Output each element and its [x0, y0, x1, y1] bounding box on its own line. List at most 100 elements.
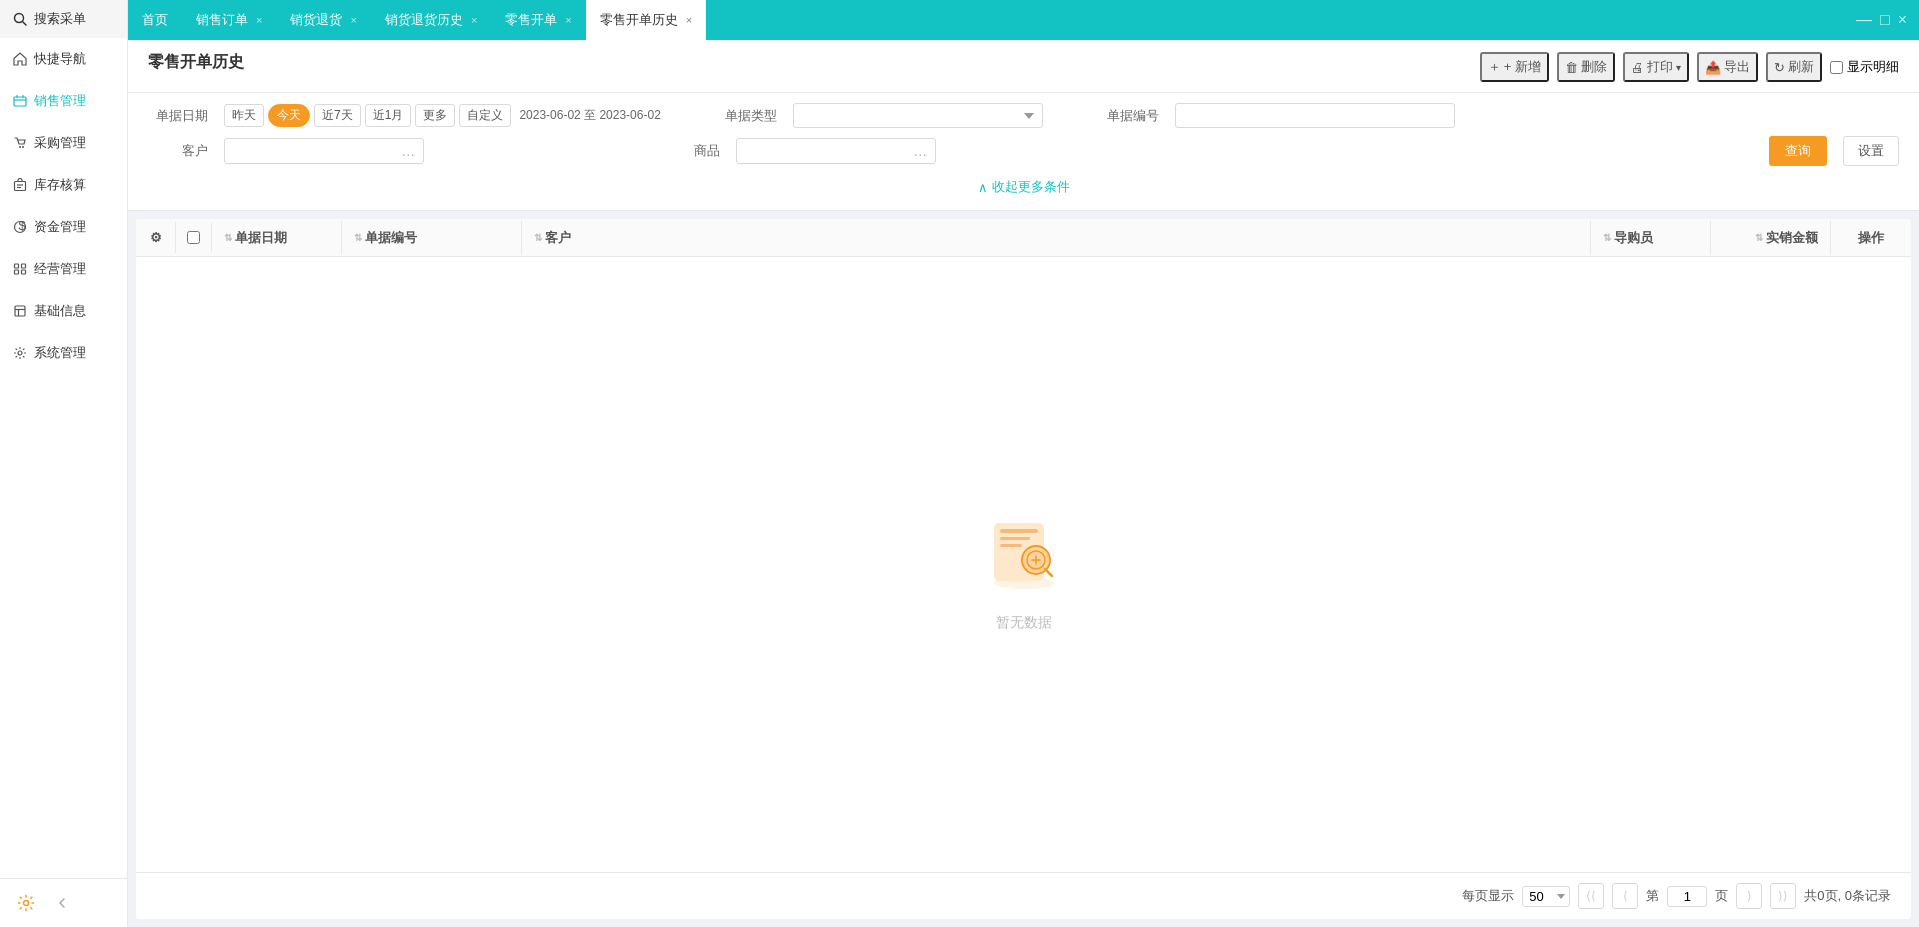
th-action: 操作 [1831, 221, 1911, 255]
tab-close-icon[interactable]: × [686, 14, 692, 26]
empty-illustration [974, 498, 1074, 598]
delete-button[interactable]: 🗑 删除 [1557, 52, 1615, 82]
tab-sales-return-label: 销货退货 [290, 11, 342, 29]
tab-sales-order[interactable]: 销售订单 × [182, 0, 276, 40]
basic-icon [12, 303, 28, 319]
sidebar-bottom [0, 878, 127, 927]
window-close-button[interactable]: — [1856, 11, 1872, 29]
doc-type-wrapper [793, 103, 1043, 128]
customer-input[interactable]: ... [224, 138, 424, 164]
display-detail-checkbox-label[interactable]: 显示明细 [1830, 58, 1899, 76]
svg-line-30 [1045, 569, 1052, 576]
date-7days-btn[interactable]: 近7天 [314, 104, 361, 127]
sidebar-item-label: 系统管理 [34, 344, 86, 362]
sales-icon [12, 93, 28, 109]
date-yesterday-btn[interactable]: 昨天 [224, 104, 264, 127]
th-amount-label: 实销金额 [1766, 229, 1818, 247]
sidebar-search[interactable]: 搜索采单 [0, 0, 127, 38]
date-today-btn[interactable]: 今天 [268, 104, 310, 127]
th-customer-label: 客户 [545, 229, 571, 247]
sidebar-item-finance[interactable]: $ 资金管理 [0, 206, 127, 248]
empty-text: 暂无数据 [996, 614, 1052, 632]
goods-input[interactable]: ... [736, 138, 936, 164]
collapse-label: 收起更多条件 [992, 178, 1070, 196]
doc-type-select[interactable] [793, 103, 1043, 128]
svg-point-6 [19, 146, 21, 148]
sort-icon[interactable]: ⇅ [354, 232, 362, 243]
tab-sales-order-label: 销售订单 [196, 11, 248, 29]
add-label: + 新增 [1504, 58, 1541, 76]
tab-close-icon[interactable]: × [471, 14, 477, 26]
svg-rect-26 [1000, 537, 1030, 540]
tab-close-icon[interactable]: × [350, 14, 356, 26]
sort-icon[interactable]: ⇅ [1603, 232, 1611, 243]
sidebar-item-sales[interactable]: 销售管理 [0, 80, 127, 122]
date-filter-label: 单据日期 [148, 107, 208, 125]
svg-rect-25 [1000, 529, 1038, 533]
tab-close-icon[interactable]: × [565, 14, 571, 26]
sidebar-item-quick-nav[interactable]: 快捷导航 [0, 38, 127, 80]
delete-label: 删除 [1581, 58, 1607, 76]
tab-sales-return-history[interactable]: 销货退货历史 × [371, 0, 491, 40]
purchase-icon [12, 135, 28, 151]
date-1month-btn[interactable]: 近1月 [365, 104, 412, 127]
sidebar-item-inventory[interactable]: 库存核算 [0, 164, 127, 206]
sidebar-item-label: 库存核算 [34, 176, 86, 194]
svg-rect-2 [14, 97, 26, 106]
system-icon [12, 345, 28, 361]
th-customer: ⇅ 客户 [522, 221, 1591, 255]
date-more-btn[interactable]: 更多 [415, 104, 455, 127]
main-content: 首页 销售订单 × 销货退货 × 销货退货历史 × 零售开单 × 零售开单历史 … [128, 0, 1919, 927]
sidebar-item-operations[interactable]: 经营管理 [0, 248, 127, 290]
page-first-btn[interactable]: ⟨⟨ [1578, 883, 1604, 909]
collapse-button[interactable]: ∧ 收起更多条件 [148, 174, 1899, 200]
sort-icon[interactable]: ⇅ [534, 232, 542, 243]
refresh-icon: ↻ [1774, 60, 1785, 75]
add-button[interactable]: ＋ + 新增 [1480, 52, 1549, 82]
tab-retail-open[interactable]: 零售开单 × [491, 0, 585, 40]
settings-button[interactable]: 设置 [1843, 136, 1899, 166]
sidebar-item-purchase[interactable]: 采购管理 [0, 122, 127, 164]
sort-icon[interactable]: ⇅ [224, 232, 232, 243]
th-settings[interactable]: ⚙ [136, 222, 176, 253]
sort-icon[interactable]: ⇅ [1755, 232, 1763, 243]
query-button[interactable]: 查询 [1769, 136, 1827, 166]
sidebar-item-basic[interactable]: 基础信息 [0, 290, 127, 332]
svg-rect-8 [15, 182, 26, 191]
customer-dots[interactable]: ... [402, 142, 415, 160]
display-detail-label: 显示明细 [1847, 58, 1899, 76]
th-date: ⇅ 单据日期 [212, 221, 342, 255]
page-prev-btn[interactable]: ⟨ [1612, 883, 1638, 909]
sidebar-item-system[interactable]: 系统管理 [0, 332, 127, 374]
th-checkbox[interactable] [176, 223, 212, 252]
goods-dots[interactable]: ... [914, 142, 927, 160]
tab-retail-open-history[interactable]: 零售开单历史 × [586, 0, 706, 40]
filter-area: 单据日期 昨天 今天 近7天 近1月 更多 自定义 2023-06-02 至 2… [128, 93, 1919, 211]
tab-sales-return[interactable]: 销货退货 × [276, 0, 370, 40]
date-custom-btn[interactable]: 自定义 [459, 104, 511, 127]
print-icon: 🖨 [1631, 60, 1644, 75]
settings-gear-icon[interactable] [12, 889, 40, 917]
tab-home[interactable]: 首页 [128, 0, 182, 40]
collapse-sidebar-icon[interactable] [48, 889, 76, 917]
search-icon [12, 11, 28, 27]
window-maximize-button[interactable]: □ [1880, 11, 1890, 29]
doc-no-input[interactable] [1175, 103, 1455, 128]
page-last-btn[interactable]: ⟩⟩ [1770, 883, 1796, 909]
svg-rect-14 [22, 264, 26, 268]
page-label-post: 页 [1715, 887, 1728, 905]
per-page-select[interactable]: 50 10 20 100 [1522, 886, 1570, 907]
display-detail-checkbox[interactable] [1830, 61, 1843, 74]
print-button[interactable]: 🖨 打印 ▾ [1623, 52, 1689, 82]
sidebar-item-label: 经营管理 [34, 260, 86, 278]
table-settings-icon[interactable]: ⚙ [150, 230, 162, 245]
refresh-button[interactable]: ↻ 刷新 [1766, 52, 1822, 82]
add-icon: ＋ [1488, 58, 1501, 76]
window-close-x-button[interactable]: × [1898, 11, 1907, 29]
select-all-checkbox[interactable] [187, 231, 200, 244]
svg-text:$: $ [19, 220, 27, 233]
page-next-btn[interactable]: ⟩ [1736, 883, 1762, 909]
tab-close-icon[interactable]: × [256, 14, 262, 26]
export-button[interactable]: 📤 导出 [1697, 52, 1758, 82]
page-input[interactable] [1667, 886, 1707, 907]
